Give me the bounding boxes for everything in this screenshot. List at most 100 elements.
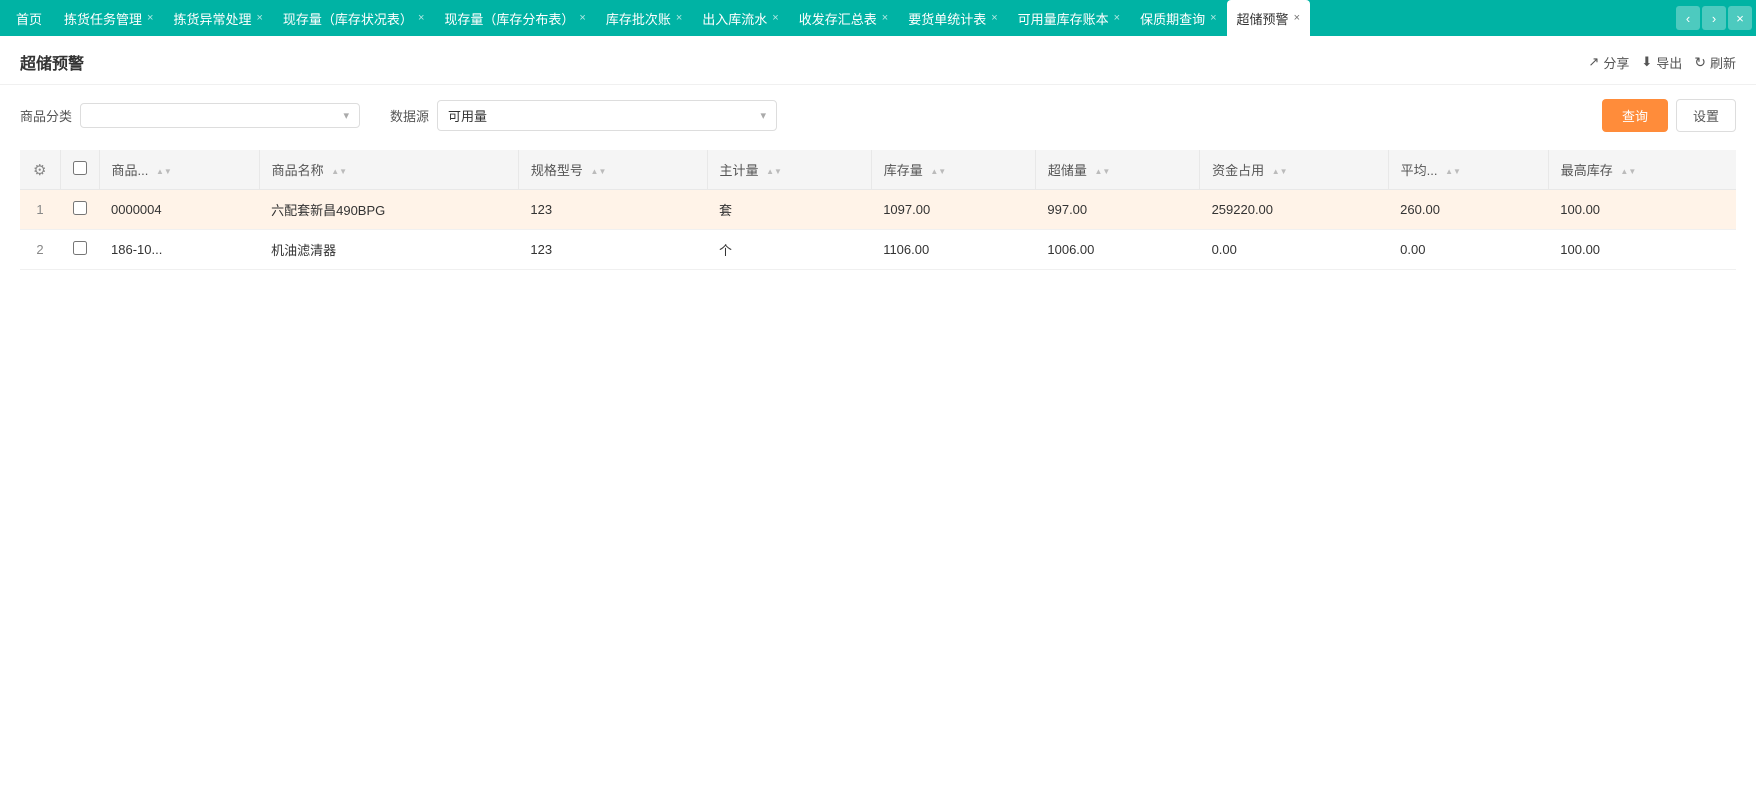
tab-6[interactable]: 出入库流水 ×: [692, 0, 788, 36]
row-checkbox-cell: [60, 230, 99, 270]
row-name: 机油滤清器: [259, 230, 518, 270]
page-header: 超储预警 ↗ 分享 ⬇ 导出 ↻ 刷新: [0, 36, 1756, 85]
tab-8[interactable]: 要货单统计表 ×: [898, 0, 1007, 36]
header-actions: ↗ 分享 ⬇ 导出 ↻ 刷新: [1588, 53, 1736, 72]
category-label: 商品分类: [20, 106, 72, 125]
row-overstock: 1006.00: [1035, 230, 1199, 270]
close-tab-9-icon[interactable]: ×: [1114, 12, 1120, 24]
sort-unit-icon[interactable]: ▲▼: [766, 167, 782, 176]
row-unit: 套: [707, 190, 871, 230]
filter-actions: 查询 设置: [1602, 99, 1736, 132]
tab-7[interactable]: 收发存汇总表 ×: [789, 0, 898, 36]
close-tab-7-icon[interactable]: ×: [882, 12, 888, 24]
datasource-filter-group: 数据源 可用量 ▾: [390, 100, 777, 131]
row-avg: 260.00: [1388, 190, 1548, 230]
datasource-label: 数据源: [390, 106, 429, 125]
filter-bar: 商品分类 ▾ 数据源 可用量 ▾ 查询 设置: [0, 85, 1756, 146]
row-spec: 123: [518, 190, 707, 230]
row-checkbox-cell: [60, 190, 99, 230]
row-maxstock: 100.00: [1548, 230, 1736, 270]
row-capital: 259220.00: [1200, 190, 1389, 230]
nav-arrows: ‹ › ×: [1676, 6, 1752, 30]
table-container: ⚙ 商品... ▲▼ 商品名称 ▲▼ 规格型号 ▲▼ 主计: [0, 150, 1756, 270]
row-avg: 0.00: [1388, 230, 1548, 270]
col-capital-header: 资金占用 ▲▼: [1200, 150, 1389, 190]
row-checkbox[interactable]: [73, 241, 87, 255]
table-body: 1 0000004 六配套新昌490BPG 123 套 1097.00 997.…: [20, 190, 1736, 270]
refresh-icon: ↻: [1694, 54, 1706, 71]
export-button[interactable]: ⬇ 导出: [1641, 53, 1682, 72]
sort-avg-icon[interactable]: ▲▼: [1445, 167, 1461, 176]
close-tab-10-icon[interactable]: ×: [1210, 12, 1216, 24]
refresh-button[interactable]: ↻ 刷新: [1694, 53, 1736, 72]
tab-4[interactable]: 现存量（库存分布表） ×: [434, 0, 595, 36]
col-settings-header: ⚙: [20, 150, 60, 190]
tab-11[interactable]: 超储预警 ×: [1227, 0, 1310, 36]
row-num: 2: [20, 230, 60, 270]
nav-prev-button[interactable]: ‹: [1676, 6, 1700, 30]
nav-more-button[interactable]: ×: [1728, 6, 1752, 30]
tab-1[interactable]: 拣货任务管理 ×: [54, 0, 163, 36]
share-button[interactable]: ↗ 分享: [1588, 53, 1629, 72]
sort-name-icon[interactable]: ▲▼: [331, 167, 347, 176]
category-select[interactable]: ▾: [80, 103, 360, 128]
tab-2[interactable]: 拣货异常处理 ×: [163, 0, 272, 36]
row-spec: 123: [518, 230, 707, 270]
sort-code-icon[interactable]: ▲▼: [156, 167, 172, 176]
page-title: 超储预警: [20, 50, 84, 74]
close-tab-8-icon[interactable]: ×: [991, 12, 997, 24]
tab-3[interactable]: 现存量（库存状况表） ×: [273, 0, 434, 36]
close-tab-3-icon[interactable]: ×: [418, 12, 424, 24]
col-unit-header: 主计量 ▲▼: [707, 150, 871, 190]
close-tab-11-icon[interactable]: ×: [1294, 12, 1300, 24]
category-chevron-icon: ▾: [343, 109, 349, 122]
close-tab-4-icon[interactable]: ×: [579, 12, 585, 24]
row-code: 0000004: [99, 190, 259, 230]
row-num: 1: [20, 190, 60, 230]
export-icon: ⬇: [1641, 54, 1652, 70]
sort-overstock-icon[interactable]: ▲▼: [1095, 167, 1111, 176]
settings-button[interactable]: 设置: [1676, 99, 1736, 132]
settings-gear-icon[interactable]: ⚙: [33, 162, 46, 179]
tab-9[interactable]: 可用量库存账本 ×: [1008, 0, 1130, 36]
col-name-header: 商品名称 ▲▼: [259, 150, 518, 190]
datasource-select-value: 可用量: [448, 106, 487, 125]
col-overstock-header: 超储量 ▲▼: [1035, 150, 1199, 190]
share-icon: ↗: [1588, 54, 1599, 70]
table-row: 1 0000004 六配套新昌490BPG 123 套 1097.00 997.…: [20, 190, 1736, 230]
select-all-checkbox[interactable]: [73, 161, 87, 175]
col-avg-header: 平均... ▲▼: [1388, 150, 1548, 190]
tab-10[interactable]: 保质期查询 ×: [1130, 0, 1226, 36]
col-checkbox-header: [60, 150, 99, 190]
col-maxstock-header: 最高库存 ▲▼: [1548, 150, 1736, 190]
data-table: ⚙ 商品... ▲▼ 商品名称 ▲▼ 规格型号 ▲▼ 主计: [20, 150, 1736, 270]
table-row: 2 186-10... 机油滤清器 123 个 1106.00 1006.00 …: [20, 230, 1736, 270]
row-overstock: 997.00: [1035, 190, 1199, 230]
table-header-row: ⚙ 商品... ▲▼ 商品名称 ▲▼ 规格型号 ▲▼ 主计: [20, 150, 1736, 190]
sort-capital-icon[interactable]: ▲▼: [1272, 167, 1288, 176]
category-filter-group: 商品分类 ▾: [20, 103, 360, 128]
datasource-select[interactable]: 可用量 ▾: [437, 100, 777, 131]
close-tab-1-icon[interactable]: ×: [147, 12, 153, 24]
row-maxstock: 100.00: [1548, 190, 1736, 230]
close-tab-5-icon[interactable]: ×: [676, 12, 682, 24]
row-capital: 0.00: [1200, 230, 1389, 270]
row-checkbox[interactable]: [73, 201, 87, 215]
col-spec-header: 规格型号 ▲▼: [518, 150, 707, 190]
nav-home[interactable]: 首页: [4, 9, 54, 28]
col-code-header: 商品... ▲▼: [99, 150, 259, 190]
close-tab-6-icon[interactable]: ×: [772, 12, 778, 24]
row-stock: 1097.00: [871, 190, 1035, 230]
close-tab-2-icon[interactable]: ×: [256, 12, 262, 24]
sort-maxstock-icon[interactable]: ▲▼: [1620, 167, 1636, 176]
top-nav: 首页 拣货任务管理 × 拣货异常处理 × 现存量（库存状况表） × 现存量（库存…: [0, 0, 1756, 36]
col-stock-header: 库存量 ▲▼: [871, 150, 1035, 190]
query-button[interactable]: 查询: [1602, 99, 1668, 132]
sort-spec-icon[interactable]: ▲▼: [591, 167, 607, 176]
row-stock: 1106.00: [871, 230, 1035, 270]
sort-stock-icon[interactable]: ▲▼: [930, 167, 946, 176]
nav-next-button[interactable]: ›: [1702, 6, 1726, 30]
tab-5[interactable]: 库存批次账 ×: [596, 0, 692, 36]
row-name: 六配套新昌490BPG: [259, 190, 518, 230]
datasource-chevron-icon: ▾: [761, 109, 767, 122]
